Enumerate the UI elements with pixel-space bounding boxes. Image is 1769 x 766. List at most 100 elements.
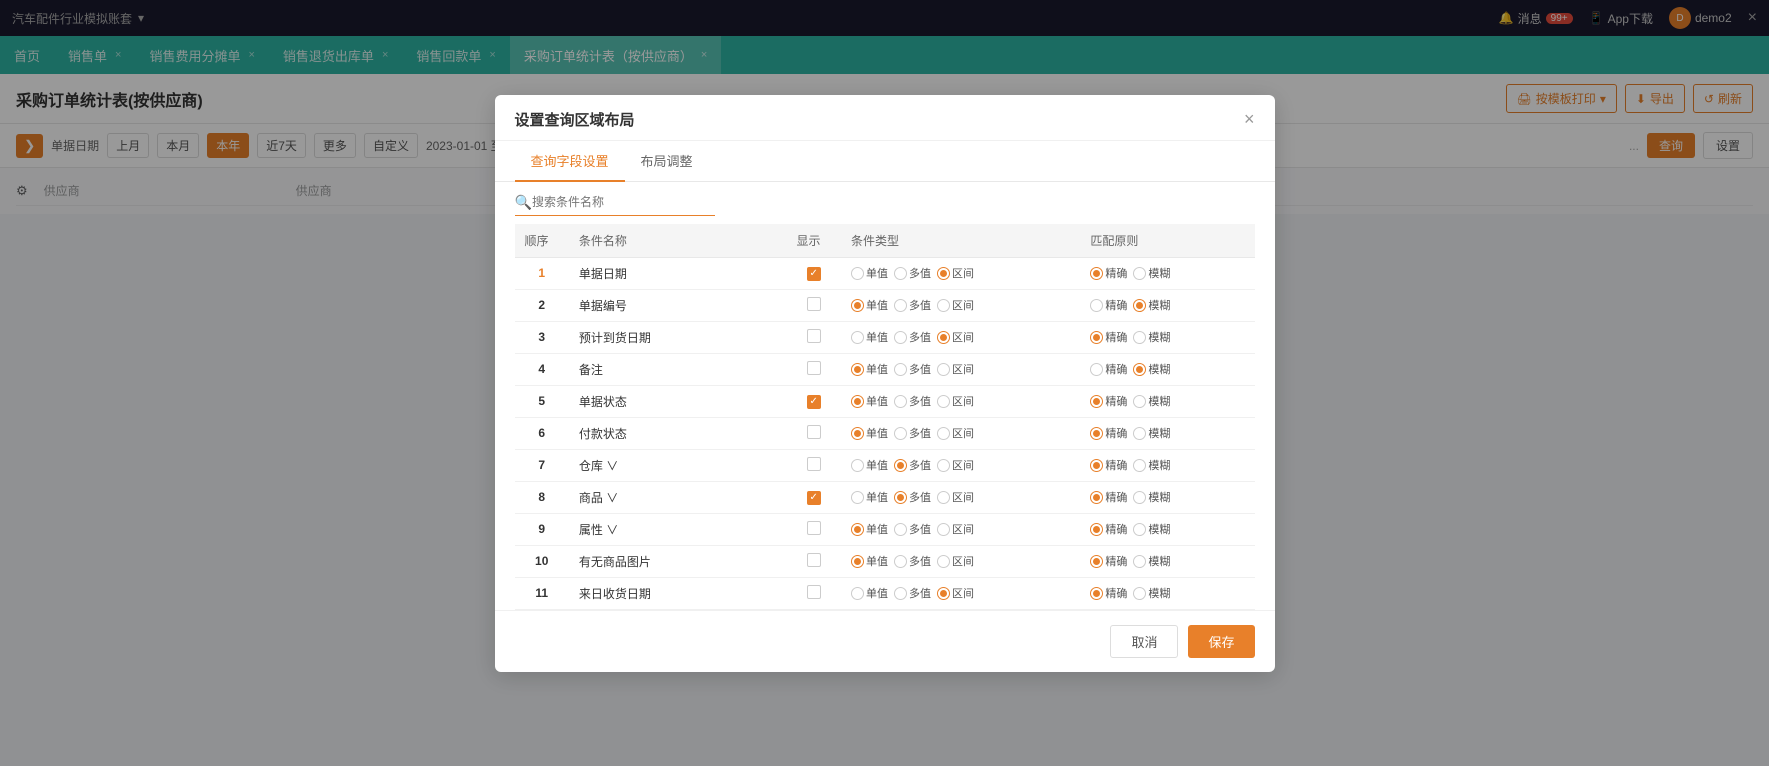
radio-label: 模糊	[1148, 361, 1170, 377]
type-radio-item[interactable]: 多值	[894, 489, 931, 505]
row-order: 9	[515, 513, 569, 545]
show-checkbox[interactable]	[807, 329, 821, 343]
radio-label: 多值	[909, 297, 931, 313]
type-radio-item[interactable]: 区间	[937, 553, 974, 569]
type-radio-item[interactable]: 区间	[937, 393, 974, 409]
type-radio-item[interactable]: 多值	[894, 329, 931, 345]
radio-label: 区间	[952, 521, 974, 537]
row-match-cell: 精确模糊	[1080, 481, 1254, 513]
type-radio-item[interactable]: 区间	[937, 425, 974, 441]
type-radio-item[interactable]: 单值	[851, 457, 888, 473]
radio-circle	[1090, 267, 1103, 280]
type-radio-item[interactable]: 区间	[937, 265, 974, 281]
type-radio-item[interactable]: 单值	[851, 393, 888, 409]
type-radio-item[interactable]: 单值	[851, 297, 888, 313]
match-radio-item[interactable]: 精确	[1090, 393, 1127, 409]
type-radio-item[interactable]: 多值	[894, 425, 931, 441]
match-radio-item[interactable]: 精确	[1090, 585, 1127, 601]
radio-circle	[1133, 555, 1146, 568]
match-radio-item[interactable]: 精确	[1090, 361, 1127, 377]
row-show-cell	[787, 449, 841, 481]
type-radio-item[interactable]: 多值	[894, 553, 931, 569]
type-radio-item[interactable]: 单值	[851, 361, 888, 377]
radio-circle	[894, 299, 907, 312]
radio-circle	[937, 363, 950, 376]
type-radio-item[interactable]: 区间	[937, 489, 974, 505]
type-radio-item[interactable]: 多值	[894, 297, 931, 313]
modal-footer: 取消 保存	[495, 610, 1275, 672]
match-radio-item[interactable]: 模糊	[1133, 329, 1170, 345]
type-radio-item[interactable]: 多值	[894, 585, 931, 601]
show-checkbox[interactable]	[807, 361, 821, 375]
show-checkbox[interactable]	[807, 553, 821, 567]
radio-circle	[1133, 427, 1146, 440]
type-radio-item[interactable]: 多值	[894, 361, 931, 377]
show-checkbox[interactable]	[807, 585, 821, 599]
show-checkbox[interactable]	[807, 297, 821, 311]
save-button[interactable]: 保存	[1188, 625, 1254, 658]
match-radio-item[interactable]: 精确	[1090, 457, 1127, 473]
show-checkbox[interactable]	[807, 491, 821, 505]
radio-label: 多值	[909, 521, 931, 537]
type-radio-item[interactable]: 区间	[937, 297, 974, 313]
radio-label: 精确	[1105, 457, 1127, 473]
type-radio-item[interactable]: 单值	[851, 265, 888, 281]
cancel-button[interactable]: 取消	[1110, 625, 1178, 658]
match-radio-item[interactable]: 模糊	[1133, 521, 1170, 537]
match-radio-item[interactable]: 精确	[1090, 553, 1127, 569]
match-radio-item[interactable]: 模糊	[1133, 297, 1170, 313]
radio-circle	[851, 587, 864, 600]
match-radio-item[interactable]: 精确	[1090, 425, 1127, 441]
type-radio-item[interactable]: 单值	[851, 553, 888, 569]
type-radio-item[interactable]: 单值	[851, 425, 888, 441]
type-radio-item[interactable]: 区间	[937, 329, 974, 345]
type-radio-item[interactable]: 多值	[894, 393, 931, 409]
modal-close-btn[interactable]: ×	[1244, 109, 1255, 130]
match-radio-item[interactable]: 模糊	[1133, 585, 1170, 601]
row-order: 1	[515, 257, 569, 289]
match-radio-item[interactable]: 模糊	[1133, 489, 1170, 505]
radio-label: 精确	[1105, 265, 1127, 281]
type-radio-item[interactable]: 单值	[851, 521, 888, 537]
tab-layout-adjust[interactable]: 布局调整	[625, 141, 709, 182]
match-radio-item[interactable]: 模糊	[1133, 457, 1170, 473]
show-checkbox[interactable]	[807, 395, 821, 409]
radio-label: 多值	[909, 393, 931, 409]
match-radio-item[interactable]: 模糊	[1133, 553, 1170, 569]
radio-label: 精确	[1105, 329, 1127, 345]
radio-circle	[937, 427, 950, 440]
type-radio-item[interactable]: 单值	[851, 585, 888, 601]
row-type-cell: 单值 多值 区间	[841, 513, 1080, 545]
match-radio-item[interactable]: 模糊	[1133, 425, 1170, 441]
match-radio-item[interactable]: 精确	[1090, 489, 1127, 505]
type-radio-item[interactable]: 多值	[894, 457, 931, 473]
type-radio-item[interactable]: 区间	[937, 521, 974, 537]
match-radio-item[interactable]: 精确	[1090, 329, 1127, 345]
search-input[interactable]	[532, 195, 702, 209]
type-radio-item[interactable]: 区间	[937, 457, 974, 473]
show-checkbox[interactable]	[807, 267, 821, 281]
match-radio-item[interactable]: 模糊	[1133, 393, 1170, 409]
show-checkbox[interactable]	[807, 425, 821, 439]
type-radio-item[interactable]: 区间	[937, 361, 974, 377]
type-radio-item[interactable]: 单值	[851, 489, 888, 505]
type-radio-item[interactable]: 单值	[851, 329, 888, 345]
radio-circle	[937, 331, 950, 344]
show-checkbox[interactable]	[807, 457, 821, 471]
type-radio-item[interactable]: 区间	[937, 585, 974, 601]
match-radio-item[interactable]: 精确	[1090, 521, 1127, 537]
match-radio-item[interactable]: 模糊	[1133, 265, 1170, 281]
radio-circle	[1133, 587, 1146, 600]
type-radio-item[interactable]: 多值	[894, 265, 931, 281]
row-match-cell: 精确模糊	[1080, 449, 1254, 481]
match-radio-item[interactable]: 精确	[1090, 297, 1127, 313]
match-radio-item[interactable]: 模糊	[1133, 361, 1170, 377]
radio-circle	[851, 491, 864, 504]
type-radio-item[interactable]: 多值	[894, 521, 931, 537]
radio-circle	[894, 267, 907, 280]
radio-label: 模糊	[1148, 265, 1170, 281]
show-checkbox[interactable]	[807, 521, 821, 535]
radio-label: 区间	[952, 425, 974, 441]
tab-query-fields[interactable]: 查询字段设置	[515, 141, 625, 182]
match-radio-item[interactable]: 精确	[1090, 265, 1127, 281]
